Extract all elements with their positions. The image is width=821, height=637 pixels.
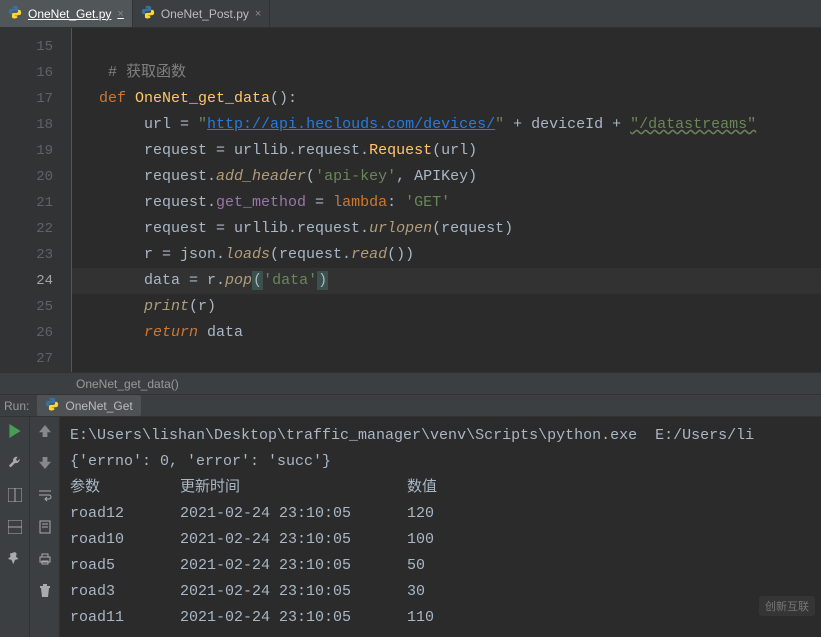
watermark: 创新互联	[759, 596, 815, 616]
layout2-icon[interactable]	[7, 519, 23, 535]
run-tool-window: Run: OneNet_Get E:\Users\lishan\Desktop\…	[0, 394, 821, 622]
tab-onenet-post[interactable]: OneNet_Post.py ×	[133, 0, 271, 27]
run-header: Run: OneNet_Get	[0, 395, 821, 417]
close-icon[interactable]: ×	[255, 8, 261, 20]
scroll-icon[interactable]	[37, 519, 53, 535]
tab-label: OneNet_Get.py	[28, 7, 111, 21]
code-content[interactable]: # 获取函数 def OneNet_get_data(): url = "htt…	[72, 28, 821, 372]
console-output[interactable]: E:\Users\lishan\Desktop\traffic_manager\…	[60, 417, 821, 637]
run-config-tab[interactable]: OneNet_Get	[37, 395, 140, 416]
code-editor[interactable]: 15161718192021222324252627 # 获取函数 def On…	[0, 28, 821, 372]
close-icon[interactable]: ×	[117, 8, 123, 20]
run-config-name: OneNet_Get	[65, 399, 132, 413]
breadcrumb-text: OneNet_get_data()	[76, 377, 179, 391]
python-file-icon	[8, 5, 22, 22]
tab-label: OneNet_Post.py	[161, 7, 249, 21]
pin-icon[interactable]	[7, 551, 23, 567]
run-toolbar-right	[30, 417, 60, 637]
layout-icon[interactable]	[7, 487, 23, 503]
editor-tabs: OneNet_Get.py × OneNet_Post.py ×	[0, 0, 821, 28]
wrench-icon[interactable]	[7, 455, 23, 471]
trash-icon[interactable]	[37, 583, 53, 599]
run-label: Run:	[4, 399, 29, 413]
python-file-icon	[141, 5, 155, 22]
python-file-icon	[45, 397, 59, 414]
tab-onenet-get[interactable]: OneNet_Get.py ×	[0, 0, 133, 27]
rerun-icon[interactable]	[7, 423, 23, 439]
watermark-text: 创新互联	[765, 601, 809, 613]
up-arrow-icon[interactable]	[37, 423, 53, 439]
run-toolbar-left	[0, 417, 30, 637]
wrap-icon[interactable]	[37, 487, 53, 503]
print-icon[interactable]	[37, 551, 53, 567]
down-arrow-icon[interactable]	[37, 455, 53, 471]
line-number-gutter: 15161718192021222324252627	[0, 28, 72, 372]
breadcrumb[interactable]: OneNet_get_data()	[0, 372, 821, 394]
